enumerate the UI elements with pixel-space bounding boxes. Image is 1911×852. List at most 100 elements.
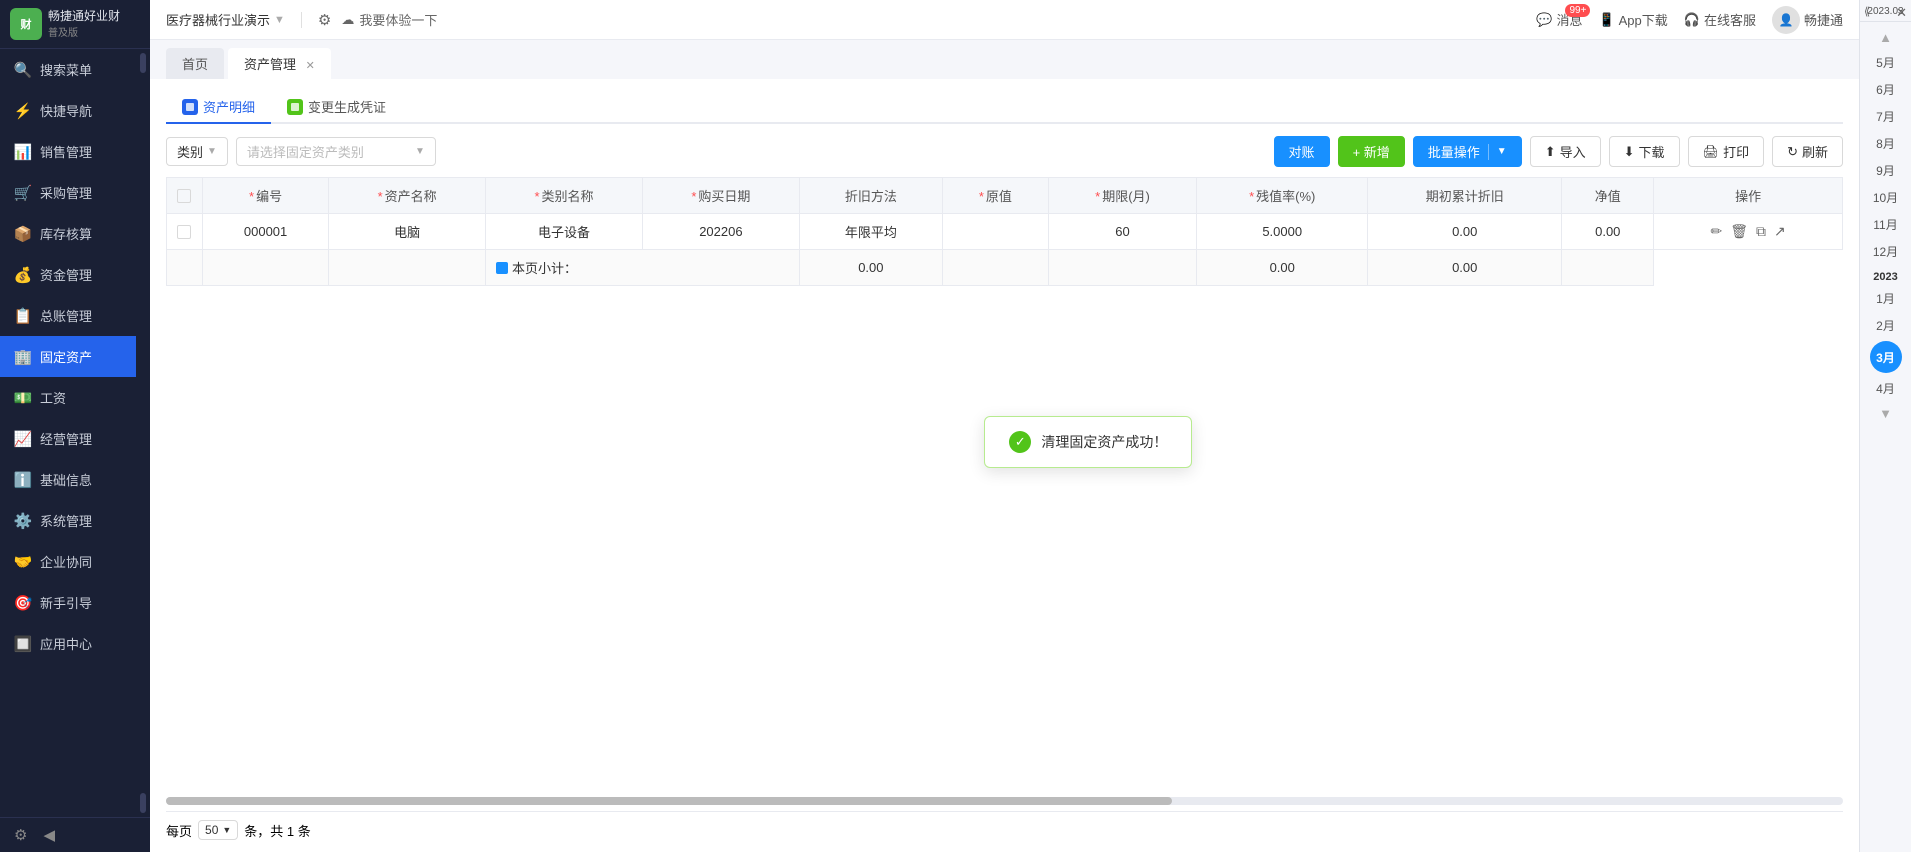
sidebar-item-label: 资金管理 xyxy=(40,265,92,284)
cal-month-10[interactable]: 10月 xyxy=(1860,184,1911,211)
sidebar-item-quicknav[interactable]: ⚡ 快捷导航 xyxy=(0,90,136,131)
cal-month-2023-4[interactable]: 4月 xyxy=(1860,375,1911,402)
subtab-change-voucher[interactable]: 变更生成凭证 xyxy=(271,91,402,124)
download-button[interactable]: ⬇ 下载 xyxy=(1609,136,1680,167)
page-size-arrow: ▼ xyxy=(222,825,231,835)
sidebar-item-enterprise[interactable]: 🤝 企业协同 xyxy=(0,541,136,582)
tab-home[interactable]: 首页 xyxy=(166,48,224,79)
category-filter-label: 类别 xyxy=(177,142,203,161)
refresh-button[interactable]: ↻ 刷新 xyxy=(1772,136,1843,167)
import-button[interactable]: ⬆ 导入 xyxy=(1530,136,1601,167)
basic-info-icon: ℹ️ xyxy=(14,471,32,489)
scroll-thumb-down xyxy=(140,793,146,813)
company-selector[interactable]: 医疗器械行业演示 ▼ xyxy=(166,10,285,29)
category-input[interactable]: 请选择固定资产类别 ▼ xyxy=(236,137,436,166)
cal-month-11[interactable]: 11月 xyxy=(1860,211,1911,238)
cal-month-2023-2[interactable]: 2月 xyxy=(1860,312,1911,339)
app-download-label: App下载 xyxy=(1619,10,1668,29)
category-filter[interactable]: 类别 ▼ xyxy=(166,137,228,166)
tab-bar: 首页 资产管理 ✕ xyxy=(150,40,1859,79)
th-original-value: *原值 xyxy=(942,178,1048,214)
select-all-checkbox[interactable] xyxy=(177,189,191,203)
row-checkbox[interactable] xyxy=(177,225,191,239)
cal-month-2023-3[interactable]: 3月 xyxy=(1870,341,1902,373)
sidebar-item-search[interactable]: 🔍 搜索菜单 xyxy=(0,49,136,90)
calendar-close-icon[interactable]: ✕ xyxy=(1896,5,1907,21)
message-btn[interactable]: 💬 消息 99+ xyxy=(1536,10,1582,29)
experience-btn[interactable]: ☁ 我要体验一下 xyxy=(341,10,437,29)
category-placeholder: 请选择固定资产类别 xyxy=(247,142,364,161)
sidebar-item-inventory[interactable]: 📦 库存核算 xyxy=(0,213,136,254)
page-size-select[interactable]: 50 ▼ xyxy=(198,820,238,840)
reconcile-label: 对账 xyxy=(1289,142,1315,161)
subtotal-icon xyxy=(496,262,508,274)
purchase-icon: 🛒 xyxy=(14,184,32,202)
per-page-label: 每页 xyxy=(166,821,192,840)
sidebar-item-funds[interactable]: 💰 资金管理 xyxy=(0,254,136,295)
th-category: *类别名称 xyxy=(486,178,643,214)
sidebar-item-management[interactable]: 📈 经营管理 xyxy=(0,418,136,459)
download-icon: ⬇ xyxy=(1624,144,1635,160)
cal-month-7[interactable]: 7月 xyxy=(1860,103,1911,130)
calendar-months: ▲ 5月 6月 7月 8月 9月 10月 11月 12月 2023 1月 2月 … xyxy=(1860,22,1911,852)
calendar-nav-up[interactable]: ▲ xyxy=(1860,26,1911,49)
collapse-icon[interactable]: ◀ xyxy=(43,826,55,844)
cal-month-6[interactable]: 6月 xyxy=(1860,76,1911,103)
page-size-value: 50 xyxy=(205,823,218,837)
copy-icon[interactable]: ⧉ xyxy=(1756,223,1766,240)
quicknav-icon: ⚡ xyxy=(14,102,32,120)
print-button[interactable]: 🖨 打印 xyxy=(1688,136,1765,167)
user-profile-btn[interactable]: 👤 畅捷通 xyxy=(1772,6,1843,34)
calendar-nav-down[interactable]: ▼ xyxy=(1860,402,1911,425)
subtab-asset-detail[interactable]: 资产明细 xyxy=(166,91,271,124)
online-service-btn[interactable]: 🎧 在线客服 xyxy=(1684,10,1756,29)
gear-icon[interactable]: ⚙ xyxy=(318,11,331,29)
more-icon[interactable]: ↗ xyxy=(1774,223,1786,240)
cal-month-2023-1[interactable]: 1月 xyxy=(1860,285,1911,312)
new-button[interactable]: + 新增 xyxy=(1338,136,1405,167)
app-download-btn[interactable]: 📱 App下载 xyxy=(1598,10,1667,29)
subtotal-blank-3 xyxy=(329,250,486,286)
cloud-icon: ☁ xyxy=(341,12,354,28)
online-service-label: 在线客服 xyxy=(1704,10,1756,29)
import-icon: ⬆ xyxy=(1545,144,1556,160)
fixed-assets-icon: 🏢 xyxy=(14,348,32,366)
app-center-icon: 🔲 xyxy=(14,635,32,653)
table-horizontal-scrollbar[interactable] xyxy=(166,797,1843,805)
tab-asset-management[interactable]: 资产管理 ✕ xyxy=(228,48,331,79)
sidebar-item-system[interactable]: ⚙️ 系统管理 xyxy=(0,500,136,541)
tab-close-icon[interactable]: ✕ xyxy=(306,60,315,72)
reconcile-button[interactable]: 对账 xyxy=(1274,136,1330,167)
edit-icon[interactable]: ✏ xyxy=(1711,223,1723,240)
sidebar-item-label: 总账管理 xyxy=(40,306,92,325)
cal-month-8[interactable]: 8月 xyxy=(1860,130,1911,157)
delete-icon[interactable]: 🗑 xyxy=(1730,223,1748,240)
category-dropdown-icon: ▼ xyxy=(207,146,217,157)
sidebar-item-label: 工资 xyxy=(40,388,66,407)
settings-icon[interactable]: ⚙ xyxy=(14,826,27,844)
sidebar-item-label: 基础信息 xyxy=(40,470,92,489)
th-net-value: 净值 xyxy=(1562,178,1654,214)
import-label: 导入 xyxy=(1560,142,1586,161)
change-voucher-icon xyxy=(287,99,303,115)
sidebar-item-purchase[interactable]: 🛒 采购管理 xyxy=(0,172,136,213)
td-code: 000001 xyxy=(203,214,329,250)
batch-button[interactable]: 批量操作 ▼ xyxy=(1413,136,1522,167)
cal-month-12[interactable]: 12月 xyxy=(1860,238,1911,265)
sidebar-item-label: 采购管理 xyxy=(40,183,92,202)
cal-month-9[interactable]: 9月 xyxy=(1860,157,1911,184)
pagination-bar: 每页 50 ▼ 条，共 1 条 xyxy=(166,811,1843,840)
sidebar-item-sales[interactable]: 📊 销售管理 xyxy=(0,131,136,172)
subtotal-initial: 0.00 xyxy=(1197,250,1368,286)
sidebar-item-basic-info[interactable]: ℹ️ 基础信息 xyxy=(0,459,136,500)
sidebar-item-app-center[interactable]: 🔲 应用中心 xyxy=(0,623,136,664)
sidebar-item-guide[interactable]: 🎯 新手引导 xyxy=(0,582,136,623)
sidebar-item-label: 快捷导航 xyxy=(40,101,92,120)
sidebar-item-fixed-assets[interactable]: 🏢 固定资产 xyxy=(0,336,136,377)
cal-month-5[interactable]: 5月 xyxy=(1860,49,1911,76)
sidebar-item-ledger[interactable]: 📋 总账管理 xyxy=(0,295,136,336)
table-container: *编号 *资产名称 *类别名称 *购买日期 折旧方法 *原值 *期限(月) *残… xyxy=(166,177,1843,840)
calendar-expand-icon[interactable]: ⟪ xyxy=(1864,5,1870,18)
ledger-icon: 📋 xyxy=(14,307,32,325)
sidebar-item-payroll[interactable]: 💵 工资 xyxy=(0,377,136,418)
